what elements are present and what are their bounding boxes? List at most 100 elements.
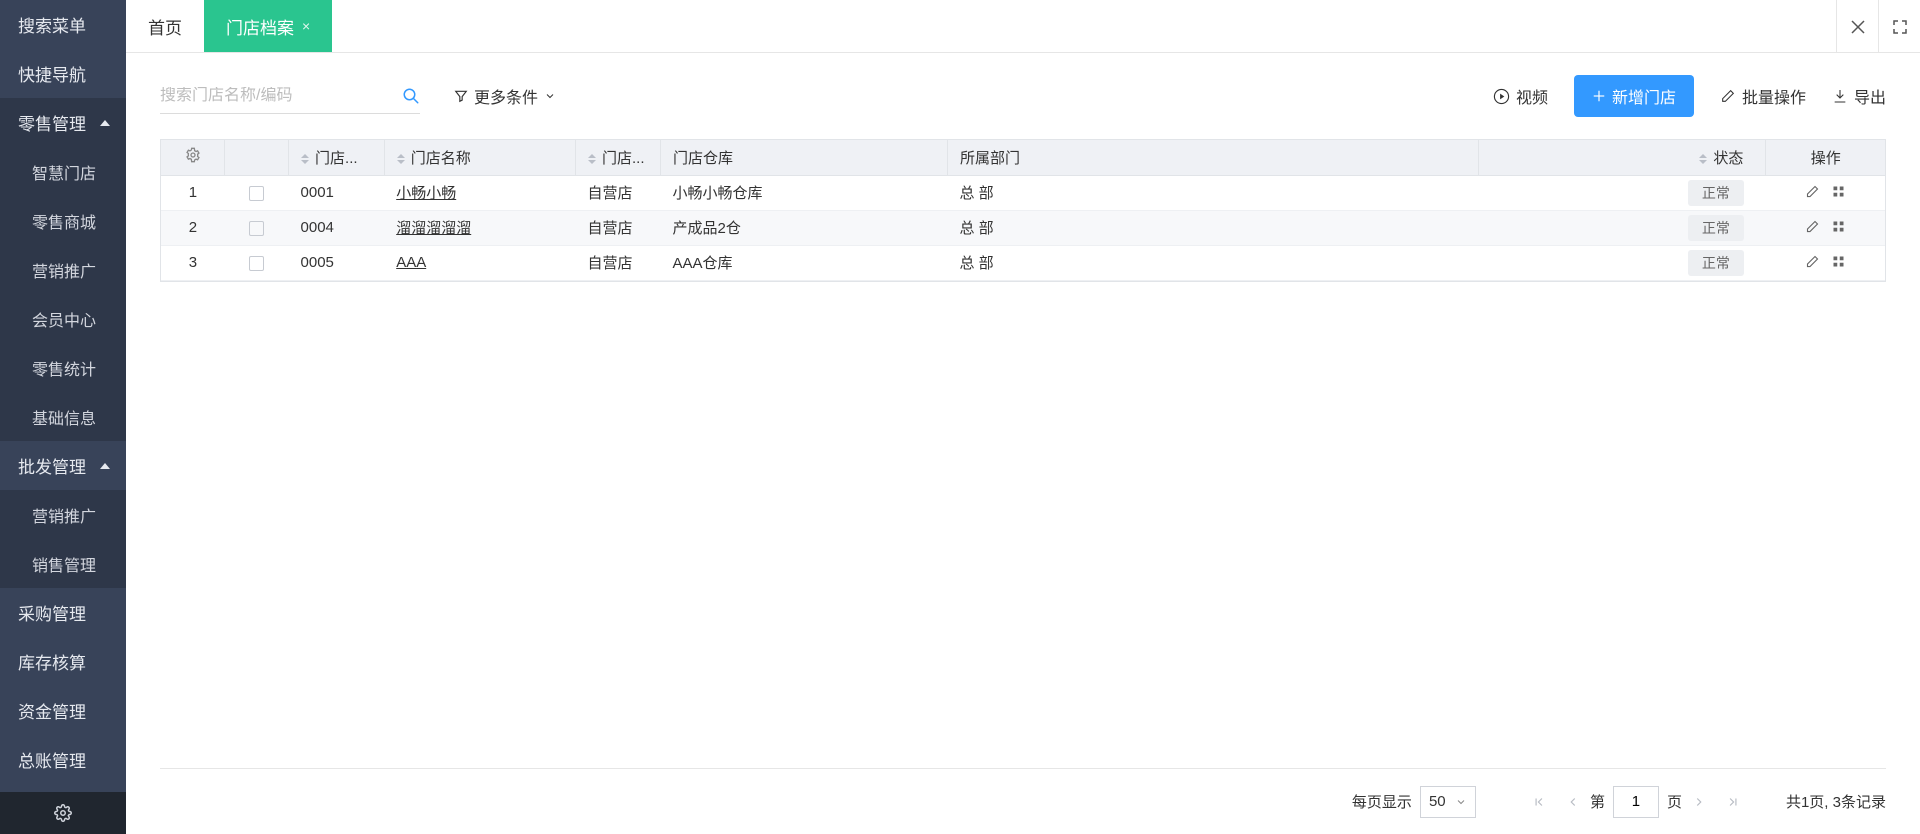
more-filter-label: 更多条件 bbox=[474, 84, 538, 108]
more-row-button[interactable] bbox=[1829, 252, 1847, 270]
row-checkbox[interactable] bbox=[249, 221, 264, 236]
filter-icon bbox=[454, 89, 468, 103]
tab-store-archive-label: 门店档案 bbox=[226, 14, 294, 39]
store-name-link[interactable]: 小畅小畅 bbox=[396, 185, 456, 202]
close-button[interactable] bbox=[1836, 0, 1878, 53]
tab-home[interactable]: 首页 bbox=[126, 0, 204, 52]
col-type[interactable]: 门店... bbox=[576, 140, 661, 175]
row-status: 正常 bbox=[1479, 245, 1766, 280]
row-ops bbox=[1766, 245, 1885, 280]
bulk-ops-label: 批量操作 bbox=[1742, 84, 1806, 108]
row-dept: 总 部 bbox=[947, 245, 1478, 280]
sidebar-item-ws-sales[interactable]: 销售管理 bbox=[0, 539, 126, 588]
edit-row-button[interactable] bbox=[1803, 182, 1821, 200]
row-name: AAA bbox=[384, 245, 575, 280]
per-page-label: 每页显示 bbox=[1352, 791, 1412, 812]
prev-page-button[interactable] bbox=[1560, 789, 1586, 815]
sidebar-item-marketing[interactable]: 营销推广 bbox=[0, 245, 126, 294]
row-name: 溜溜溜溜溜 bbox=[384, 210, 575, 245]
more-filter-button[interactable]: 更多条件 bbox=[454, 84, 562, 108]
more-row-button[interactable] bbox=[1829, 182, 1847, 200]
more-row-button[interactable] bbox=[1829, 217, 1847, 235]
export-button[interactable]: 导出 bbox=[1832, 84, 1886, 108]
pagination-summary: 共1页, 3条记录 bbox=[1786, 791, 1886, 812]
sidebar-item-member-center[interactable]: 会员中心 bbox=[0, 294, 126, 343]
store-table: 门店... 门店名称 门店... 门店仓库 所属部门 状态 操作 10001小畅… bbox=[160, 139, 1886, 282]
export-label: 导出 bbox=[1854, 84, 1886, 108]
add-store-button[interactable]: 新增门店 bbox=[1574, 75, 1694, 117]
gear-icon bbox=[185, 147, 201, 163]
store-name-link[interactable]: AAA bbox=[396, 254, 426, 271]
close-icon[interactable]: × bbox=[302, 18, 310, 34]
sidebar-item-smart-store[interactable]: 智慧门店 bbox=[0, 147, 126, 196]
edit-row-button[interactable] bbox=[1803, 252, 1821, 270]
table-row: 10001小畅小畅自营店小畅小畅仓库总 部正常 bbox=[161, 175, 1885, 210]
col-code-label: 门店... bbox=[315, 150, 358, 167]
caret-up-icon bbox=[100, 120, 110, 126]
col-checkbox bbox=[225, 140, 289, 175]
col-status[interactable]: 状态 bbox=[1479, 140, 1766, 175]
first-page-button[interactable] bbox=[1526, 789, 1552, 815]
search-box bbox=[160, 78, 420, 114]
store-name-link[interactable]: 溜溜溜溜溜 bbox=[396, 220, 471, 237]
window-controls bbox=[1836, 0, 1920, 53]
column-settings-button[interactable] bbox=[161, 140, 225, 175]
sidebar-wholesale-mgmt[interactable]: 批发管理 bbox=[0, 441, 126, 490]
sidebar-item-inventory[interactable]: 库存核算 bbox=[0, 637, 126, 686]
row-type: 自营店 bbox=[576, 245, 661, 280]
sidebar: 搜索菜单 快捷导航 零售管理 智慧门店 零售商城 营销推广 会员中心 零售统计 … bbox=[0, 0, 126, 834]
play-circle-icon bbox=[1493, 88, 1510, 105]
search-icon[interactable] bbox=[402, 87, 420, 105]
sidebar-retail-mgmt[interactable]: 零售管理 bbox=[0, 98, 126, 147]
sidebar-retail-mgmt-label: 零售管理 bbox=[18, 110, 86, 135]
row-type: 自营店 bbox=[576, 210, 661, 245]
page-input[interactable] bbox=[1613, 786, 1659, 818]
table-header-row: 门店... 门店名称 门店... 门店仓库 所属部门 状态 操作 bbox=[161, 140, 1885, 175]
row-index: 2 bbox=[161, 210, 225, 245]
status-badge: 正常 bbox=[1688, 215, 1744, 241]
row-ops bbox=[1766, 210, 1885, 245]
row-code: 0005 bbox=[289, 245, 385, 280]
sidebar-item-basic-info[interactable]: 基础信息 bbox=[0, 392, 126, 441]
col-name[interactable]: 门店名称 bbox=[384, 140, 575, 175]
sidebar-item-ledger[interactable]: 总账管理 bbox=[0, 735, 126, 784]
tab-store-archive[interactable]: 门店档案 × bbox=[204, 0, 332, 52]
sidebar-item-ws-marketing[interactable]: 营销推广 bbox=[0, 490, 126, 539]
row-checkbox[interactable] bbox=[249, 256, 264, 271]
page-body: 更多条件 视频 新增门店 批量操作 导出 bbox=[126, 53, 1920, 834]
col-code[interactable]: 门店... bbox=[289, 140, 385, 175]
sidebar-settings[interactable] bbox=[0, 792, 126, 834]
row-index: 3 bbox=[161, 245, 225, 280]
row-warehouse: 产成品2仓 bbox=[661, 210, 948, 245]
row-warehouse: AAA仓库 bbox=[661, 245, 948, 280]
sidebar-quick-nav[interactable]: 快捷导航 bbox=[0, 49, 126, 98]
chevron-down-icon bbox=[1455, 796, 1467, 808]
edit-row-button[interactable] bbox=[1803, 217, 1821, 235]
sidebar-item-purchase[interactable]: 采购管理 bbox=[0, 588, 126, 637]
fullscreen-button[interactable] bbox=[1878, 0, 1920, 53]
row-warehouse: 小畅小畅仓库 bbox=[661, 175, 948, 210]
video-button[interactable]: 视频 bbox=[1493, 84, 1548, 108]
per-page-select[interactable]: 50 bbox=[1420, 786, 1476, 818]
row-dept: 总 部 bbox=[947, 175, 1478, 210]
search-input[interactable] bbox=[160, 87, 402, 105]
row-checkbox[interactable] bbox=[249, 186, 264, 201]
row-checkbox-cell bbox=[225, 175, 289, 210]
export-icon bbox=[1832, 88, 1848, 104]
row-checkbox-cell bbox=[225, 210, 289, 245]
last-page-button[interactable] bbox=[1720, 789, 1746, 815]
next-page-button[interactable] bbox=[1686, 789, 1712, 815]
sidebar-item-retail-mall[interactable]: 零售商城 bbox=[0, 196, 126, 245]
col-warehouse: 门店仓库 bbox=[661, 140, 948, 175]
pagination-bar: 每页显示 50 第 页 共1页, 3条记录 bbox=[160, 768, 1886, 834]
row-code: 0001 bbox=[289, 175, 385, 210]
col-dept: 所属部门 bbox=[947, 140, 1478, 175]
sidebar-item-funds[interactable]: 资金管理 bbox=[0, 686, 126, 735]
row-dept: 总 部 bbox=[947, 210, 1478, 245]
page-suffix: 页 bbox=[1667, 791, 1682, 812]
bulk-ops-button[interactable]: 批量操作 bbox=[1720, 84, 1806, 108]
sidebar-search-menu[interactable]: 搜索菜单 bbox=[0, 0, 126, 49]
sidebar-item-retail-stats[interactable]: 零售统计 bbox=[0, 343, 126, 392]
sidebar-wholesale-mgmt-label: 批发管理 bbox=[18, 453, 86, 478]
status-badge: 正常 bbox=[1688, 180, 1744, 206]
